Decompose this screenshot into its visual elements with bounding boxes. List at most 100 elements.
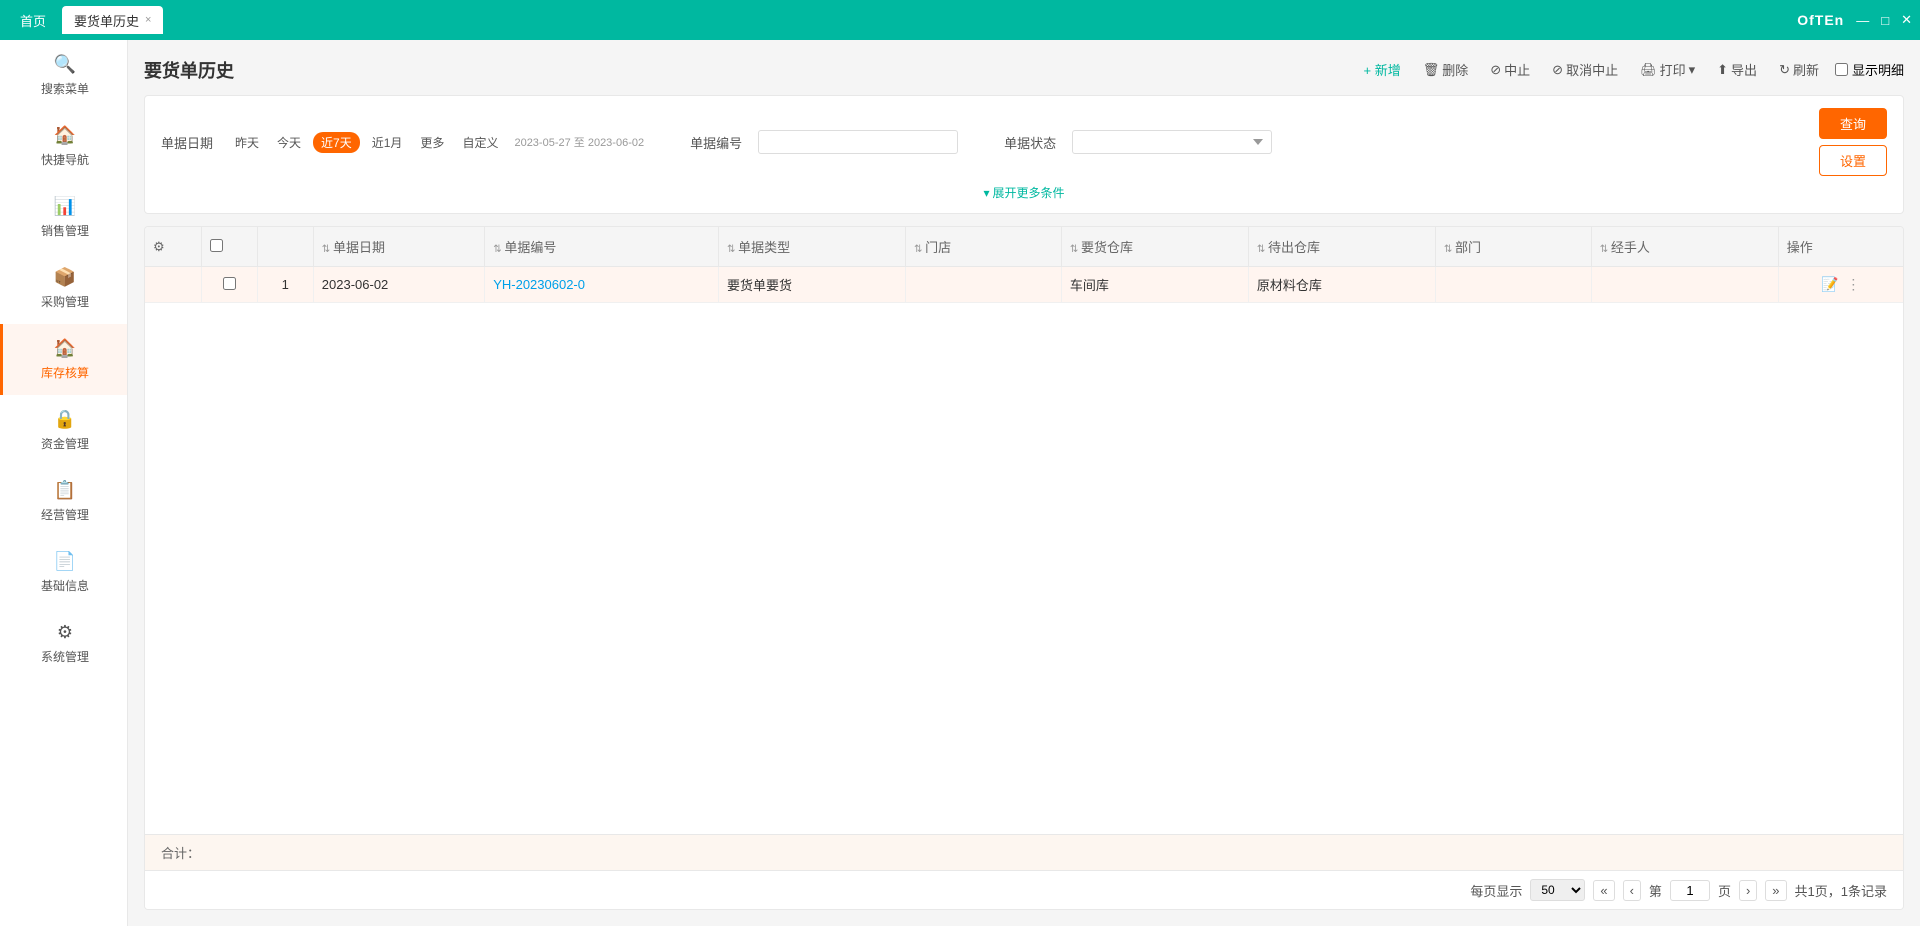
doc-no-input[interactable] bbox=[758, 130, 958, 154]
col-header-dept[interactable]: ⇅ 部门 bbox=[1435, 227, 1591, 267]
tab-close-icon[interactable]: × bbox=[145, 14, 151, 26]
requisition-history-tab-label: 要货单历史 bbox=[74, 11, 139, 30]
show-detail-checkbox-label[interactable]: 显示明细 bbox=[1835, 60, 1904, 79]
show-detail-label: 显示明细 bbox=[1852, 60, 1904, 79]
tab-home[interactable]: 首页 bbox=[8, 6, 58, 34]
next-page-button[interactable]: › bbox=[1739, 880, 1757, 901]
date-option-more[interactable]: 更多 bbox=[414, 132, 450, 153]
filter-settings-button[interactable]: 设置 bbox=[1819, 145, 1887, 176]
system-icon: ⚙ bbox=[57, 622, 73, 643]
date-label: 单据日期 bbox=[161, 133, 213, 152]
col-header-wait-warehouse[interactable]: ⇅ 待出仓库 bbox=[1248, 227, 1435, 267]
status-select[interactable] bbox=[1072, 130, 1272, 154]
row-doc-no[interactable]: YH-20230602-0 bbox=[485, 267, 719, 303]
row-settings bbox=[145, 267, 201, 303]
sort-icon-dept: ⇅ bbox=[1444, 244, 1455, 255]
row-edit-icon[interactable]: 📝 bbox=[1819, 274, 1840, 294]
col-header-store[interactable]: ⇅ 门店 bbox=[905, 227, 1061, 267]
row-check[interactable] bbox=[201, 267, 257, 303]
date-option-1month[interactable]: 近1月 bbox=[366, 132, 409, 153]
sidebar-item-label-operations: 经营管理 bbox=[41, 506, 89, 523]
col-header-doc-no[interactable]: ⇅ 单据编号 bbox=[485, 227, 719, 267]
quick-nav-icon: 🏠 bbox=[54, 125, 76, 146]
settings-gear-icon[interactable]: ⚙ bbox=[153, 239, 165, 254]
sort-icon-reqwh: ⇅ bbox=[1070, 244, 1081, 255]
row-date: 2023-06-02 bbox=[313, 267, 484, 303]
select-all-checkbox[interactable] bbox=[210, 239, 223, 252]
export-button[interactable]: ⬆ 导出 bbox=[1711, 56, 1763, 83]
sort-icon-handler: ⇅ bbox=[1600, 244, 1611, 255]
row-actions: 📝 ⋮ bbox=[1778, 267, 1903, 303]
sidebar-item-operations[interactable]: 📋 经营管理 bbox=[0, 466, 127, 537]
new-button[interactable]: + 新增 bbox=[1357, 56, 1406, 83]
date-option-yesterday[interactable]: 昨天 bbox=[229, 132, 265, 153]
sidebar-item-basic-info[interactable]: 📄 基础信息 bbox=[0, 537, 127, 608]
row-num: 1 bbox=[257, 267, 313, 303]
brand-text: OfTEn bbox=[1797, 12, 1844, 28]
delete-button[interactable]: 🗑 删除 bbox=[1417, 56, 1475, 83]
home-tab-label: 首页 bbox=[20, 11, 46, 30]
top-bar-right: OfTEn — □ ✕ bbox=[1797, 12, 1912, 28]
stop-icon: ⊘ bbox=[1490, 62, 1501, 78]
minimize-icon[interactable]: — bbox=[1856, 13, 1869, 28]
per-page-select[interactable]: 50 100 200 bbox=[1530, 879, 1585, 901]
page-header: 要货单历史 + 新增 🗑 删除 ⊘ 中止 ⊘ 取消中止 🖨 打印 bbox=[144, 56, 1904, 83]
stop-button[interactable]: ⊘ 中止 bbox=[1484, 56, 1536, 83]
table-area: ⚙ ⇅ 单据日期 ⇅ 单据编号 bbox=[144, 226, 1904, 910]
prev-page-button[interactable]: ‹ bbox=[1623, 880, 1641, 901]
refresh-icon: ↻ bbox=[1779, 62, 1790, 78]
row-store bbox=[905, 267, 1061, 303]
total-info: 共1页，1条记录 bbox=[1795, 881, 1887, 900]
date-option-custom[interactable]: 自定义 bbox=[456, 132, 504, 153]
sidebar-item-purchase-mgmt[interactable]: 📦 采购管理 bbox=[0, 253, 127, 324]
col-header-handler[interactable]: ⇅ 经手人 bbox=[1591, 227, 1778, 267]
row-more-icon[interactable]: ⋮ bbox=[1844, 274, 1862, 294]
sidebar-item-search-menu[interactable]: 🔍 搜索菜单 bbox=[0, 40, 127, 111]
table-row: 1 2023-06-02 YH-20230602-0 要货单要货 车间库 原材料… bbox=[145, 267, 1903, 303]
col-header-check[interactable] bbox=[201, 227, 257, 267]
first-page-button[interactable]: « bbox=[1593, 880, 1614, 901]
date-option-today[interactable]: 今天 bbox=[271, 132, 307, 153]
data-table: ⚙ ⇅ 单据日期 ⇅ 单据编号 bbox=[145, 227, 1903, 303]
last-page-button[interactable]: » bbox=[1765, 880, 1786, 901]
col-header-doc-type[interactable]: ⇅ 单据类型 bbox=[718, 227, 905, 267]
delete-icon: 🗑 bbox=[1423, 62, 1440, 78]
row-req-warehouse: 车间库 bbox=[1061, 267, 1248, 303]
sort-icon-store: ⇅ bbox=[914, 244, 925, 255]
tab-requisition-history[interactable]: 要货单历史 × bbox=[62, 6, 163, 34]
expand-more-button[interactable]: ▾ 展开更多条件 bbox=[161, 184, 1887, 201]
cancel-stop-button[interactable]: ⊘ 取消中止 bbox=[1546, 56, 1624, 83]
show-detail-checkbox[interactable] bbox=[1835, 63, 1848, 76]
print-icon: 🖨 bbox=[1640, 62, 1657, 78]
date-option-7days[interactable]: 近7天 bbox=[313, 132, 360, 153]
sidebar-item-system-mgmt[interactable]: ⚙ 系统管理 bbox=[0, 608, 127, 679]
col-header-settings[interactable]: ⚙ bbox=[145, 227, 201, 267]
sort-icon-docno: ⇅ bbox=[493, 244, 504, 255]
inventory-icon: 🏠 bbox=[54, 338, 76, 359]
operations-icon: 📋 bbox=[54, 480, 76, 501]
sidebar-item-inventory[interactable]: 🏠 库存核算 bbox=[0, 324, 127, 395]
page-number-input[interactable] bbox=[1670, 880, 1710, 901]
purchase-icon: 📦 bbox=[54, 267, 76, 288]
query-button[interactable]: 查询 bbox=[1819, 108, 1887, 139]
summary-label: 合计： bbox=[161, 843, 200, 862]
maximize-icon[interactable]: □ bbox=[1881, 13, 1889, 28]
sidebar: 🔍 搜索菜单 🏠 快捷导航 📊 销售管理 📦 采购管理 🏠 库存核算 🔒 资金管… bbox=[0, 40, 128, 926]
print-button[interactable]: 🖨 打印 ▾ bbox=[1634, 56, 1701, 83]
sidebar-item-label-inventory: 库存核算 bbox=[41, 364, 89, 381]
table-scroll-container[interactable]: ⚙ ⇅ 单据日期 ⇅ 单据编号 bbox=[145, 227, 1903, 834]
window-close-icon[interactable]: ✕ bbox=[1901, 12, 1912, 28]
col-header-date[interactable]: ⇅ 单据日期 bbox=[313, 227, 484, 267]
doc-no-link[interactable]: YH-20230602-0 bbox=[493, 277, 585, 292]
per-page-label: 每页显示 bbox=[1470, 881, 1522, 900]
row-doc-type: 要货单要货 bbox=[718, 267, 905, 303]
col-header-req-warehouse[interactable]: ⇅ 要货仓库 bbox=[1061, 227, 1248, 267]
sidebar-item-label-finance: 资金管理 bbox=[41, 435, 89, 452]
row-checkbox[interactable] bbox=[223, 277, 236, 290]
basic-info-icon: 📄 bbox=[54, 551, 76, 572]
table-body: 1 2023-06-02 YH-20230602-0 要货单要货 车间库 原材料… bbox=[145, 267, 1903, 303]
sidebar-item-finance[interactable]: 🔒 资金管理 bbox=[0, 395, 127, 466]
sidebar-item-quick-nav[interactable]: 🏠 快捷导航 bbox=[0, 111, 127, 182]
refresh-button[interactable]: ↻ 刷新 bbox=[1773, 56, 1825, 83]
sidebar-item-sales-mgmt[interactable]: 📊 销售管理 bbox=[0, 182, 127, 253]
